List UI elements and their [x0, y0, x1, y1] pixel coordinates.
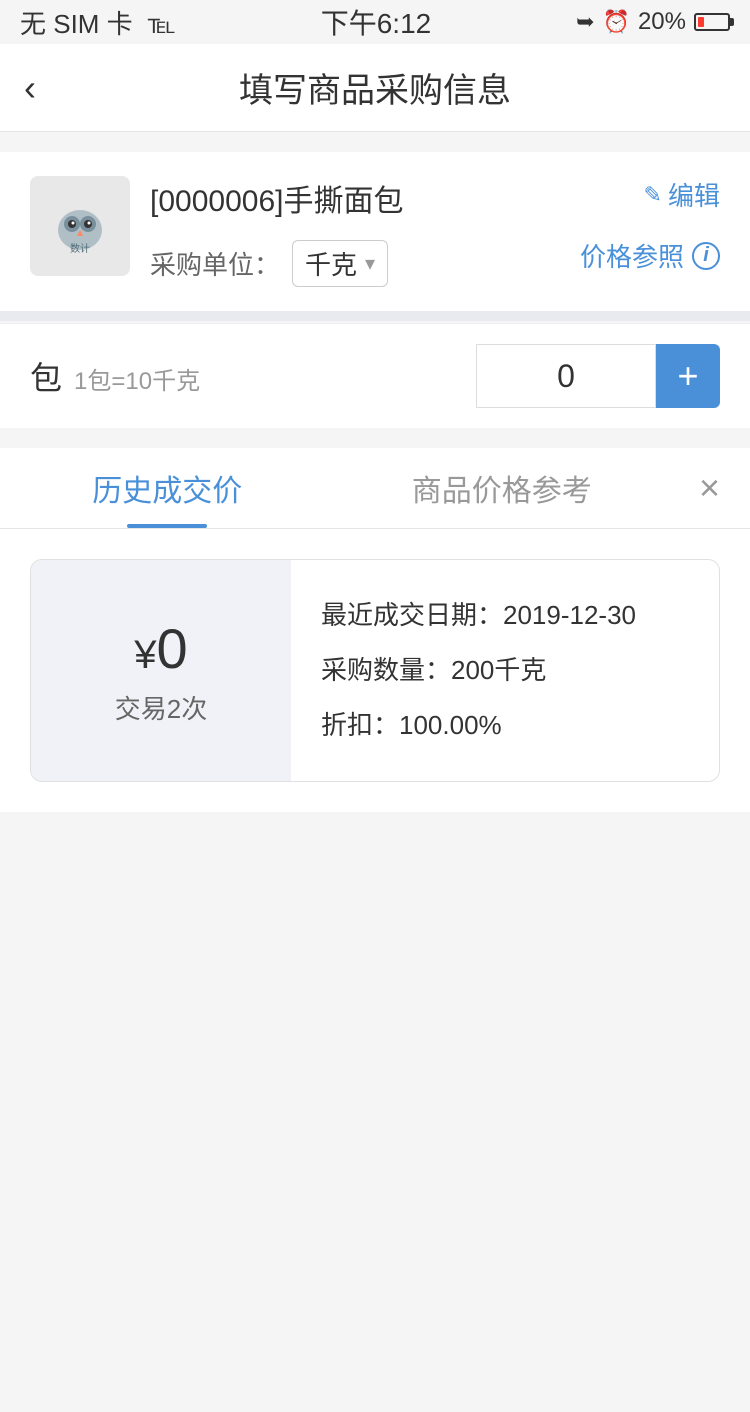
discount-label: 折扣：	[321, 710, 399, 740]
tab-header: 历史成交价 商品价格参考 ×	[0, 448, 750, 529]
tab-close-button[interactable]: ×	[669, 467, 750, 509]
unit-select[interactable]: 千克 ▾	[292, 240, 388, 287]
unit-label: 采购单位：	[150, 245, 280, 282]
svg-text:数计: 数计	[70, 242, 90, 255]
qty-unit: 包	[30, 353, 62, 399]
discount-row: 折扣：100.00%	[321, 706, 689, 745]
product-left: 数计 [0000006]手撕面包 采购单位： 千克 ▾	[30, 176, 403, 287]
qty-input-group: +	[476, 344, 720, 408]
price-ref-row: 价格参照 i	[580, 237, 720, 274]
divider	[0, 311, 750, 321]
tab-price-reference[interactable]: 商品价格参考	[334, 448, 668, 528]
quantity-row: 包 1包=10千克 +	[0, 323, 750, 428]
qty-conversion: 1包=10千克	[74, 361, 200, 396]
tab-panel: 历史成交价 商品价格参考 × ¥0 交易2次 最近成交日期：2019-12-30	[0, 448, 750, 812]
status-time: 下午6:12	[321, 2, 432, 42]
product-name: [0000006]手撕面包	[150, 176, 403, 220]
qty-input[interactable]	[476, 344, 656, 408]
purchase-qty-value: 200千克	[451, 655, 546, 685]
price-card-left: ¥0 交易2次	[31, 560, 291, 781]
tab-history-price-label: 历史成交价	[92, 466, 242, 510]
price-ref-button[interactable]: 价格参照	[580, 237, 684, 274]
price-card: ¥0 交易2次 最近成交日期：2019-12-30 采购数量：200千克 折扣：…	[30, 559, 720, 782]
battery-icon	[694, 13, 730, 31]
product-right-actions: ✎ 编辑 价格参照 i	[580, 176, 720, 274]
alarm-icon: ⏰	[603, 9, 630, 35]
status-right: ➥ ⏰ 20%	[576, 8, 730, 36]
recent-date-label: 最近成交日期：	[321, 600, 503, 630]
qty-plus-button[interactable]: +	[656, 344, 720, 408]
product-logo-icon: 数计	[50, 196, 110, 256]
info-icon[interactable]: i	[692, 242, 720, 270]
currency-symbol: ¥	[134, 633, 156, 677]
page-background	[0, 812, 750, 1412]
unit-value: 千克	[305, 245, 357, 282]
discount-value: 100.00%	[399, 710, 502, 740]
nav-bar: ‹ 填写商品采购信息	[0, 44, 750, 132]
tab-price-reference-label: 商品价格参考	[412, 466, 592, 510]
price-times: 交易2次	[115, 689, 207, 726]
product-info: [0000006]手撕面包 采购单位： 千克 ▾	[150, 176, 403, 287]
tab-content: ¥0 交易2次 最近成交日期：2019-12-30 采购数量：200千克 折扣：…	[0, 529, 750, 812]
plus-icon: +	[677, 355, 698, 397]
product-unit-row: 采购单位： 千克 ▾	[150, 240, 403, 287]
product-thumbnail: 数计	[30, 176, 130, 276]
price-value: 0	[157, 617, 188, 680]
edit-button[interactable]: ✎ 编辑	[644, 176, 720, 213]
wifi-icon: ℡	[148, 9, 176, 39]
sim-label: 无 SIM 卡	[20, 9, 133, 39]
price-card-right: 最近成交日期：2019-12-30 采购数量：200千克 折扣：100.00%	[291, 560, 719, 781]
status-bar: 无 SIM 卡 ℡ 下午6:12 ➥ ⏰ 20%	[0, 0, 750, 44]
back-button[interactable]: ‹	[24, 67, 36, 109]
edit-icon: ✎	[644, 182, 662, 208]
recent-date-row: 最近成交日期：2019-12-30	[321, 596, 689, 635]
chevron-down-icon: ▾	[365, 251, 375, 276]
battery-percent: 20%	[638, 8, 686, 36]
qty-label-group: 包 1包=10千克	[30, 353, 200, 399]
tab-history-price[interactable]: 历史成交价	[0, 448, 334, 528]
location-icon: ➥	[576, 9, 594, 35]
purchase-qty-row: 采购数量：200千克	[321, 651, 689, 690]
product-card: 数计 [0000006]手撕面包 采购单位： 千克 ▾ ✎ 编辑	[0, 152, 750, 311]
purchase-qty-label: 采购数量：	[321, 655, 451, 685]
price-amount: ¥0	[134, 616, 187, 681]
status-left: 无 SIM 卡 ℡	[20, 4, 176, 41]
edit-label: 编辑	[668, 176, 720, 213]
page-title: 填写商品采购信息	[239, 63, 511, 112]
recent-date-value: 2019-12-30	[503, 600, 636, 630]
product-header: 数计 [0000006]手撕面包 采购单位： 千克 ▾ ✎ 编辑	[30, 176, 720, 287]
